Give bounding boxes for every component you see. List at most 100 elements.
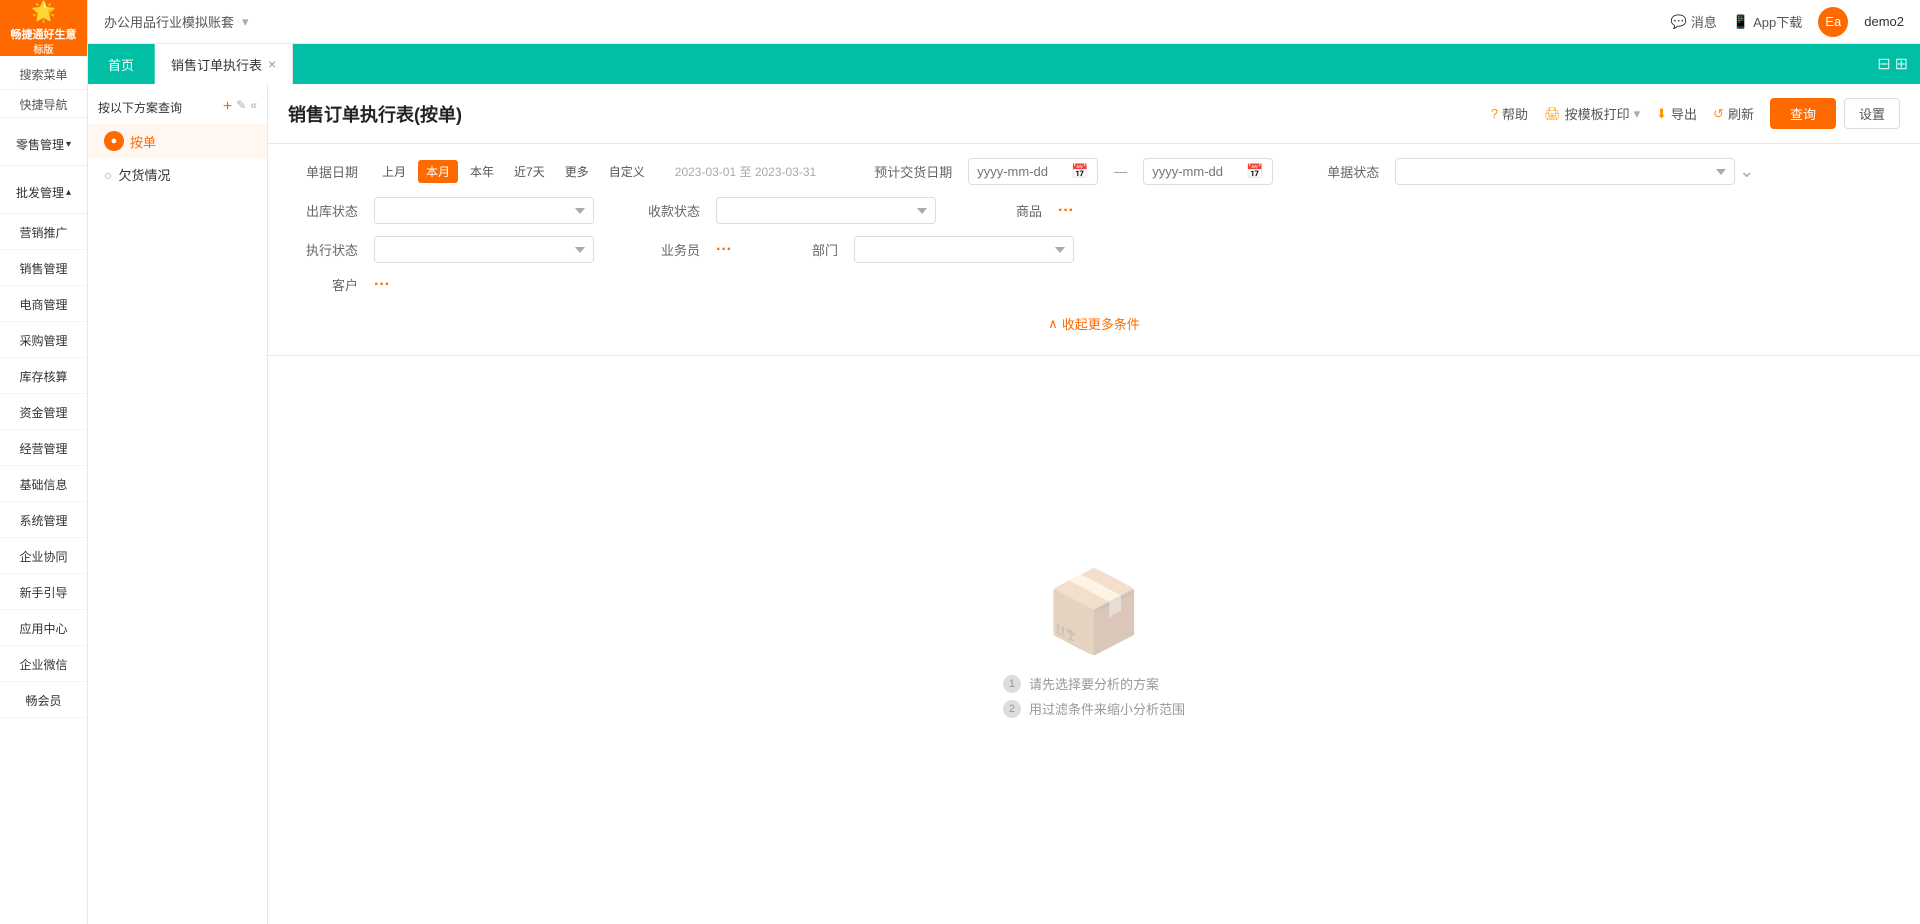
sidebar-item-member[interactable]: 畅会员 (0, 682, 87, 718)
department-label: 部门 (768, 240, 838, 259)
sidebar-quick-nav[interactable]: 快捷导航 (0, 90, 87, 118)
logo-icon: 🌟 (11, 0, 77, 26)
scheme-item-按单[interactable]: ● 按单 (88, 124, 267, 158)
scheme-icon-欠货情况: ○ (104, 167, 112, 183)
sidebar-item-retail[interactable]: 零售管理 ▾ (0, 118, 87, 166)
date-end-wrap: 📅 (1143, 158, 1273, 185)
empty-state: 📦 1 请先选择要分析的方案 2 用过滤条件来缩小分析范围 (268, 356, 1920, 924)
collapse-btn[interactable]: ∧ 收起更多条件 (288, 306, 1900, 341)
salesperson-picker-btn[interactable]: ··· (716, 241, 732, 259)
sidebar-item-marketing[interactable]: 营销推广 (0, 214, 87, 250)
empty-hint-1: 1 请先选择要分析的方案 (1003, 674, 1185, 693)
sidebar: 🌟 畅捷通好生意 标版 搜索菜单 快捷导航 零售管理 ▾ 批发管理 ▴ 营销推广… (0, 0, 88, 924)
date-end-input[interactable] (1152, 164, 1242, 179)
sidebar-item-ecom[interactable]: 电商管理 (0, 286, 87, 322)
customer-picker-btn[interactable]: ··· (374, 276, 390, 294)
logo-text: 畅捷通好生意 (11, 28, 77, 43)
tab-minimize-icon[interactable]: ⊟ (1877, 54, 1890, 74)
print-btn[interactable]: 🖨 按模板打印 ▾ (1544, 104, 1640, 123)
purchase-label: 采购管理 (19, 332, 67, 349)
sidebar-item-corp[interactable]: 企业协同 (0, 538, 87, 574)
tab-active-label: 销售订单执行表 (171, 55, 262, 74)
sidebar-item-wechat[interactable]: 企业微信 (0, 646, 87, 682)
sidebar-item-system[interactable]: 系统管理 (0, 502, 87, 538)
payment-status-label: 收款状态 (630, 201, 700, 220)
username[interactable]: demo2 (1864, 14, 1904, 29)
member-label: 畅会员 (25, 692, 61, 709)
payment-status-select[interactable] (716, 197, 936, 224)
app-download-label: App下载 (1753, 12, 1802, 31)
empty-hints: 1 请先选择要分析的方案 2 用过滤条件来缩小分析范围 (1003, 674, 1185, 718)
topbar: 办公用品行业模拟账套 ▾ 💬 消息 📱 App下载 Ea demo2 (88, 0, 1920, 44)
sidebar-item-finance[interactable]: 资金管理 (0, 394, 87, 430)
exec-status-select[interactable] (374, 236, 594, 263)
department-select[interactable] (854, 236, 1074, 263)
avatar[interactable]: Ea (1818, 7, 1848, 37)
date-tag-this-year[interactable]: 本年 (462, 160, 502, 183)
date-start-input[interactable] (977, 164, 1067, 179)
empty-illustration: 📦 (1039, 562, 1149, 662)
sidebar-item-newbie[interactable]: 新手引导 (0, 574, 87, 610)
goods-picker-btn[interactable]: ··· (1058, 202, 1074, 220)
cal-end-icon[interactable]: 📅 (1246, 163, 1263, 180)
add-scheme-icon[interactable]: + (223, 98, 232, 116)
query-btn[interactable]: 查询 (1770, 98, 1836, 129)
scheme-item-欠货情况[interactable]: ○ 欠货情况 (88, 158, 267, 191)
app-download-btn[interactable]: 📱 App下载 (1733, 12, 1802, 31)
breadcrumb-text: 办公用品行业模拟账套 (104, 12, 234, 31)
export-label: 导出 (1671, 104, 1697, 123)
date-tag-more[interactable]: 更多 (557, 160, 597, 183)
retail-arrow: ▾ (66, 139, 71, 150)
tab-close-icon[interactable]: × (268, 57, 276, 71)
system-label: 系统管理 (19, 512, 67, 529)
delivery-status-label: 出库状态 (288, 201, 358, 220)
newbie-label: 新手引导 (19, 584, 67, 601)
breadcrumb-arrow[interactable]: ▾ (242, 14, 249, 30)
collapse-panel-icon[interactable]: « (250, 98, 257, 116)
ecom-label: 电商管理 (19, 296, 67, 313)
topbar-right: 💬 消息 📱 App下载 Ea demo2 (1671, 7, 1904, 37)
hint-text-2: 用过滤条件来缩小分析范围 (1029, 699, 1185, 718)
cal-start-icon[interactable]: 📅 (1071, 163, 1088, 180)
status-select[interactable] (1395, 158, 1735, 185)
refresh-btn[interactable]: ↺ 刷新 (1713, 104, 1754, 123)
print-arrow: ▾ (1634, 106, 1641, 122)
sidebar-item-sales[interactable]: 销售管理 (0, 250, 87, 286)
finance-label: 资金管理 (19, 404, 67, 421)
date-tag-custom[interactable]: 自定义 (601, 160, 653, 183)
empty-hint-2: 2 用过滤条件来缩小分析范围 (1003, 699, 1185, 718)
message-icon: 💬 (1671, 14, 1687, 30)
retail-label: 零售管理 (16, 136, 64, 153)
sidebar-search[interactable]: 搜索菜单 (0, 56, 87, 90)
delivery-status-select[interactable] (374, 197, 594, 224)
tab-maximize-icon[interactable]: ⊞ (1895, 54, 1908, 74)
status-select-wrap: ⌄ (1395, 158, 1900, 185)
sidebar-item-apps[interactable]: 应用中心 (0, 610, 87, 646)
scheme-label-欠货情况: 欠货情况 (118, 165, 170, 184)
corp-label: 企业协同 (19, 548, 67, 565)
right-area: 销售订单执行表(按单) ? 帮助 🖨 按模板打印 ▾ ⬇ 导出 (268, 84, 1920, 924)
sidebar-item-inventory[interactable]: 库存核算 (0, 358, 87, 394)
tab-sales-order[interactable]: 销售订单执行表 × (155, 44, 293, 84)
date-tag-this-month[interactable]: 本月 (418, 160, 458, 183)
date-tag-7days[interactable]: 近7天 (506, 160, 553, 183)
status-expand-icon[interactable]: ⌄ (1739, 161, 1754, 182)
sidebar-item-ops[interactable]: 经营管理 (0, 430, 87, 466)
goods-label: 商品 (972, 201, 1042, 220)
date-tag-last-month[interactable]: 上月 (374, 160, 414, 183)
sidebar-item-wholesale[interactable]: 批发管理 ▴ (0, 166, 87, 214)
left-panel: 按以下方案查询 + ✎ « ● 按单 ○ 欠货情况 (88, 84, 268, 924)
wholesale-label: 批发管理 (16, 184, 64, 201)
settings-btn[interactable]: 设置 (1844, 98, 1900, 129)
collapse-icon: ∧ (1048, 316, 1058, 332)
edit-scheme-icon[interactable]: ✎ (236, 98, 246, 116)
export-btn[interactable]: ⬇ 导出 (1656, 104, 1697, 123)
sales-label: 销售管理 (19, 260, 67, 277)
sidebar-item-purchase[interactable]: 采购管理 (0, 322, 87, 358)
date-tags: 上月 本月 本年 近7天 更多 自定义 (374, 160, 653, 183)
help-btn[interactable]: ? 帮助 (1491, 104, 1528, 123)
message-btn[interactable]: 💬 消息 (1671, 12, 1717, 31)
salesperson-label: 业务员 (630, 240, 700, 259)
tab-home[interactable]: 首页 (88, 44, 155, 84)
sidebar-item-basic[interactable]: 基础信息 (0, 466, 87, 502)
